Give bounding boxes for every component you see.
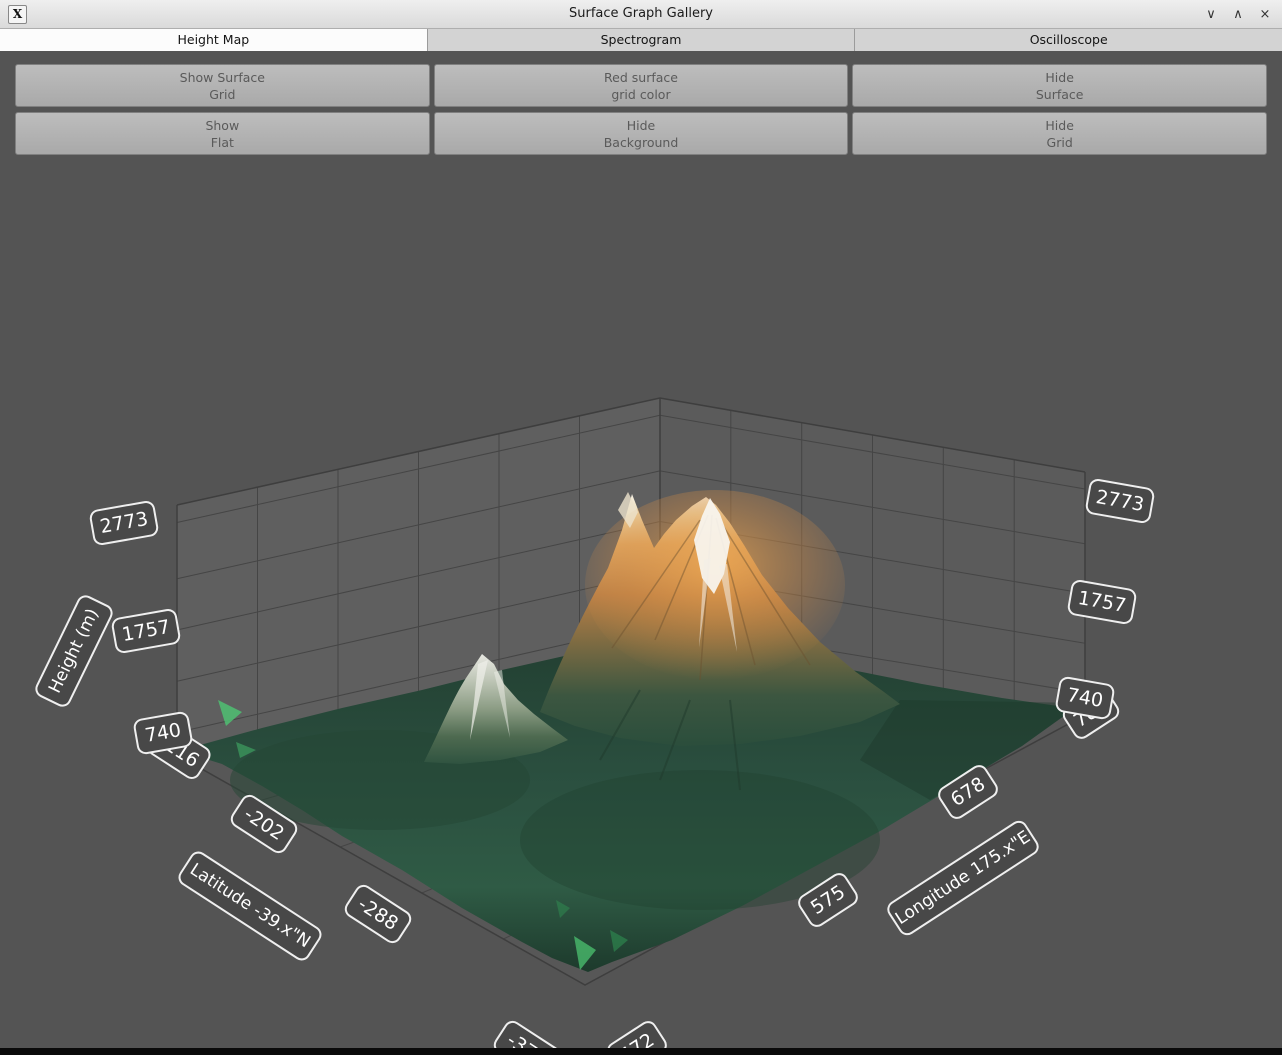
shade-button[interactable]: ∨ [1202, 7, 1220, 22]
tab-bar: Height Map Spectrogram Oscilloscope [0, 29, 1282, 51]
titlebar: X Surface Graph Gallery ∨ ∧ × [0, 0, 1282, 29]
window-controls: ∨ ∧ × [1202, 0, 1274, 28]
button-label-line: Surface [1036, 86, 1084, 103]
button-label-line: Grid [1047, 134, 1073, 151]
button-label-line: grid color [611, 86, 670, 103]
lat-tick-pill: -288 [343, 883, 414, 945]
height-tick-pill-left: 1757 [112, 609, 181, 654]
surface-3d-view[interactable]: -116 740 1757 2773 Height (m) [0, 155, 1282, 1055]
svg-text:Longitude 175.x"E: Longitude 175.x"E [892, 827, 1034, 929]
button-label-line: Show Surface [180, 69, 265, 86]
button-label-line: Hide [627, 117, 656, 134]
hide-surface-button[interactable]: Hide Surface [852, 64, 1267, 107]
show-surface-grid-button[interactable]: Show Surface Grid [15, 64, 430, 107]
button-label-line: Show [205, 117, 239, 134]
button-grid: Show Surface Grid Red surface grid color… [0, 64, 1282, 155]
bottom-edge-strip [0, 1048, 1282, 1055]
longitude-axis-title-pill: Longitude 175.x"E [885, 819, 1040, 937]
svg-text:Latitude -39.x"N: Latitude -39.x"N [186, 860, 314, 953]
button-label-line: Hide [1045, 69, 1074, 86]
latitude-axis-title-pill: Latitude -39.x"N [176, 850, 323, 963]
tab-spectrogram[interactable]: Spectrogram [428, 29, 856, 51]
hide-background-button[interactable]: Hide Background [434, 112, 849, 155]
height-tick-pill-right: 2773 [1086, 479, 1155, 524]
app-window: X Surface Graph Gallery ∨ ∧ × Height Map… [0, 0, 1282, 1055]
button-label-line: Flat [211, 134, 234, 151]
tab-height-map[interactable]: Height Map [0, 29, 428, 51]
button-label-line: Hide [1045, 117, 1074, 134]
show-flat-button[interactable]: Show Flat [15, 112, 430, 155]
window-title: Surface Graph Gallery [0, 0, 1282, 28]
button-label-line: Red surface [604, 69, 678, 86]
tab-oscilloscope[interactable]: Oscilloscope [855, 29, 1282, 51]
surface-grid-color-button[interactable]: Red surface grid color [434, 64, 849, 107]
close-button[interactable]: × [1256, 7, 1274, 22]
height-tick-pill-left: 2773 [90, 501, 159, 546]
button-label-line: Grid [209, 86, 235, 103]
unshade-button[interactable]: ∧ [1229, 7, 1247, 22]
hide-grid-button[interactable]: Hide Grid [852, 112, 1267, 155]
height-axis-title-pill: Height (m) [34, 594, 115, 709]
button-label-line: Background [604, 134, 679, 151]
